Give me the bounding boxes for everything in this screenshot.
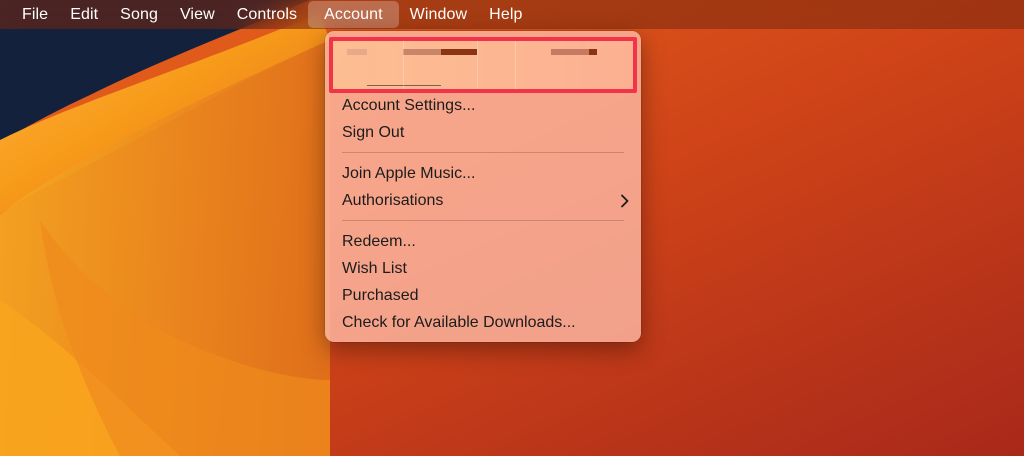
redacted-block bbox=[441, 49, 477, 55]
menu-help[interactable]: Help bbox=[478, 0, 533, 29]
menu-item-label: Wish List bbox=[342, 260, 407, 277]
menu-item-check-downloads[interactable]: Check for Available Downloads... bbox=[342, 311, 632, 335]
menu-edit[interactable]: Edit bbox=[59, 0, 109, 29]
menu-item-label: Join Apple Music... bbox=[342, 165, 476, 182]
redacted-block bbox=[551, 49, 589, 55]
menu-item-wish-list[interactable]: Wish List bbox=[342, 257, 632, 281]
menu-item-label: Authorisations bbox=[342, 192, 444, 209]
chevron-right-icon bbox=[621, 194, 629, 208]
redacted-block bbox=[347, 49, 367, 55]
redacted-divider bbox=[477, 41, 478, 89]
redacted-divider bbox=[403, 41, 404, 89]
menu-account[interactable]: Account bbox=[308, 1, 399, 28]
menu-item-label: Check for Available Downloads... bbox=[342, 314, 576, 331]
menu-separator bbox=[342, 220, 624, 221]
menu-separator bbox=[342, 152, 624, 153]
menu-item-purchased[interactable]: Purchased bbox=[342, 284, 632, 308]
menu-item-sign-out[interactable]: Sign Out bbox=[342, 121, 632, 145]
menu-view[interactable]: View bbox=[169, 0, 226, 29]
menu-window[interactable]: Window bbox=[399, 0, 479, 29]
account-dropdown-menu: Account Settings... Sign Out Join Apple … bbox=[325, 31, 641, 342]
account-info-redacted[interactable] bbox=[329, 37, 637, 93]
menu-item-label: Account Settings... bbox=[342, 97, 476, 114]
menu-item-redeem[interactable]: Redeem... bbox=[342, 230, 632, 254]
menu-item-label: Redeem... bbox=[342, 233, 416, 250]
menu-item-label: Sign Out bbox=[342, 124, 405, 141]
menu-item-authorisations[interactable]: Authorisations bbox=[342, 189, 632, 213]
menu-item-join-apple-music[interactable]: Join Apple Music... bbox=[342, 162, 632, 186]
redacted-block bbox=[589, 49, 597, 55]
menu-controls[interactable]: Controls bbox=[226, 0, 308, 29]
menu-item-account-settings[interactable]: Account Settings... bbox=[342, 94, 632, 118]
redacted-block bbox=[403, 49, 443, 55]
menu-song[interactable]: Song bbox=[109, 0, 169, 29]
menu-file[interactable]: File bbox=[0, 0, 59, 29]
redacted-line bbox=[367, 85, 441, 86]
menu-bar: File Edit Song View Controls Account Win… bbox=[0, 0, 1024, 29]
menu-item-label: Purchased bbox=[342, 287, 419, 304]
redacted-divider bbox=[515, 41, 516, 89]
